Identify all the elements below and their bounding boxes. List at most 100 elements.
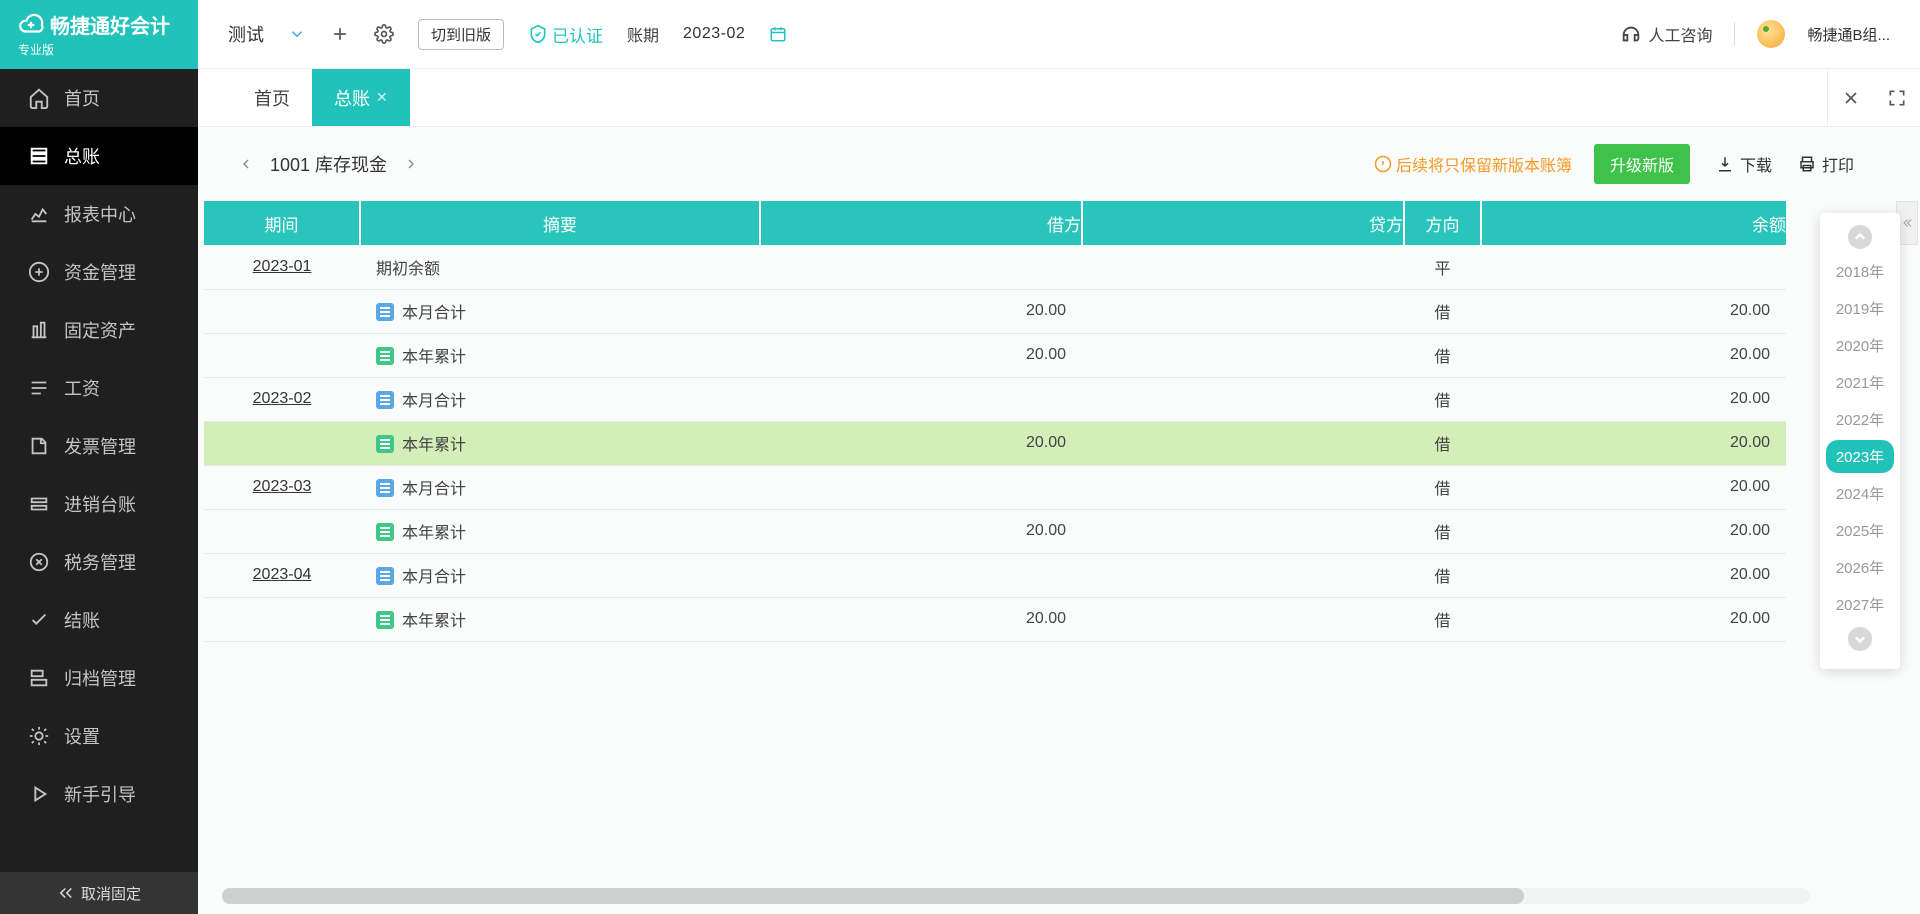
month-total-icon bbox=[376, 567, 394, 585]
avatar[interactable] bbox=[1757, 20, 1785, 48]
sidebar-icon bbox=[28, 609, 50, 631]
cell-period[interactable]: 2023-01 bbox=[204, 245, 360, 289]
tabs-actions bbox=[1827, 69, 1920, 126]
year-option[interactable]: 2026年 bbox=[1820, 549, 1900, 586]
sidebar-item-2[interactable]: 报表中心 bbox=[0, 185, 198, 243]
sidebar-item-1[interactable]: 总账 bbox=[0, 127, 198, 185]
year-option[interactable]: 2027年 bbox=[1820, 586, 1900, 623]
account-title[interactable]: 1001 库存现金 bbox=[270, 151, 387, 177]
year-scroll-down[interactable] bbox=[1820, 623, 1900, 655]
scrollbar-thumb[interactable] bbox=[222, 888, 1524, 904]
cell-debit: 20.00 bbox=[760, 333, 1082, 377]
table-row: 本年累计20.00借20.00 bbox=[204, 421, 1786, 465]
year-option[interactable]: 2023年 bbox=[1826, 440, 1894, 473]
add-icon[interactable] bbox=[330, 24, 350, 44]
tab-1[interactable]: 总账✕ bbox=[312, 69, 410, 126]
cell-credit bbox=[1082, 245, 1404, 289]
period-value[interactable]: 2023-02 bbox=[683, 25, 745, 43]
sidebar-icon bbox=[28, 87, 50, 109]
close-tab-button[interactable] bbox=[1828, 69, 1874, 126]
cell-credit bbox=[1082, 509, 1404, 553]
th-period: 期间 bbox=[204, 201, 360, 245]
month-total-icon bbox=[376, 479, 394, 497]
sidebar-item-10[interactable]: 归档管理 bbox=[0, 649, 198, 707]
sidebar-icon bbox=[28, 145, 50, 167]
cell-direction: 借 bbox=[1404, 509, 1481, 553]
user-name[interactable]: 畅捷通B组... bbox=[1807, 24, 1890, 45]
sidebar-item-7[interactable]: 进销台账 bbox=[0, 475, 198, 533]
sidebar: 首页总账报表中心资金管理固定资产工资发票管理进销台账税务管理结账归档管理设置新手… bbox=[0, 69, 198, 914]
table-row: 本年累计20.00借20.00 bbox=[204, 333, 1786, 377]
cell-credit bbox=[1082, 597, 1404, 641]
sidebar-item-11[interactable]: 设置 bbox=[0, 707, 198, 765]
period-label: 账期 bbox=[627, 22, 659, 46]
cell-balance: 20.00 bbox=[1481, 377, 1786, 421]
cell-debit: 20.00 bbox=[760, 597, 1082, 641]
year-option[interactable]: 2020年 bbox=[1820, 327, 1900, 364]
cell-period bbox=[204, 421, 360, 465]
cell-summary: 期初余额 bbox=[360, 245, 760, 289]
sidebar-item-label: 设置 bbox=[64, 723, 100, 749]
print-button[interactable]: 打印 bbox=[1798, 152, 1854, 176]
tab-0[interactable]: 首页 bbox=[232, 69, 312, 126]
table-row: 2023-02本月合计借20.00 bbox=[204, 377, 1786, 421]
th-balance: 余额 bbox=[1481, 201, 1786, 245]
cell-period[interactable]: 2023-04 bbox=[204, 553, 360, 597]
sidebar-icon bbox=[28, 203, 50, 225]
cell-period[interactable]: 2023-03 bbox=[204, 465, 360, 509]
year-scroll-up[interactable] bbox=[1820, 221, 1900, 253]
sidebar-item-6[interactable]: 发票管理 bbox=[0, 417, 198, 475]
year-option[interactable]: 2021年 bbox=[1820, 364, 1900, 401]
horizontal-scrollbar[interactable] bbox=[222, 888, 1810, 904]
switch-old-version-button[interactable]: 切到旧版 bbox=[418, 19, 504, 50]
year-option[interactable]: 2025年 bbox=[1820, 512, 1900, 549]
cell-period bbox=[204, 509, 360, 553]
cell-period[interactable]: 2023-02 bbox=[204, 377, 360, 421]
year-option[interactable]: 2018年 bbox=[1820, 253, 1900, 290]
cell-balance: 20.00 bbox=[1481, 509, 1786, 553]
calendar-icon[interactable] bbox=[769, 25, 787, 43]
sidebar-item-4[interactable]: 固定资产 bbox=[0, 301, 198, 359]
sidebar-icon bbox=[28, 319, 50, 341]
prev-account-icon[interactable] bbox=[238, 156, 254, 172]
download-icon bbox=[1716, 155, 1734, 173]
next-account-icon[interactable] bbox=[403, 156, 419, 172]
sidebar-icon bbox=[28, 493, 50, 515]
sidebar-item-0[interactable]: 首页 bbox=[0, 69, 198, 127]
verified-badge: 已认证 bbox=[528, 22, 603, 47]
cell-debit bbox=[760, 465, 1082, 509]
consult-button[interactable]: 人工咨询 bbox=[1620, 22, 1712, 46]
fullscreen-button[interactable] bbox=[1874, 69, 1920, 126]
year-option[interactable]: 2022年 bbox=[1820, 401, 1900, 438]
upgrade-button[interactable]: 升级新版 bbox=[1594, 144, 1690, 184]
sidebar-item-3[interactable]: 资金管理 bbox=[0, 243, 198, 301]
sidebar-item-12[interactable]: 新手引导 bbox=[0, 765, 198, 823]
unpin-button[interactable]: 取消固定 bbox=[0, 872, 198, 914]
sidebar-item-8[interactable]: 税务管理 bbox=[0, 533, 198, 591]
year-option[interactable]: 2019年 bbox=[1820, 290, 1900, 327]
sidebar-item-label: 归档管理 bbox=[64, 665, 136, 691]
brand-edition: 专业版 bbox=[18, 41, 198, 58]
year-option[interactable]: 2024年 bbox=[1820, 475, 1900, 512]
gear-icon[interactable] bbox=[374, 24, 394, 44]
collapse-icon bbox=[57, 884, 75, 902]
cell-period bbox=[204, 597, 360, 641]
tab-close-icon[interactable]: ✕ bbox=[376, 89, 388, 106]
sidebar-icon bbox=[28, 783, 50, 805]
cell-debit: 20.00 bbox=[760, 509, 1082, 553]
sidebar-item-5[interactable]: 工资 bbox=[0, 359, 198, 417]
org-name[interactable]: 测试 bbox=[228, 21, 264, 47]
sidebar-item-9[interactable]: 结账 bbox=[0, 591, 198, 649]
download-button[interactable]: 下载 bbox=[1716, 152, 1772, 176]
tabs: 首页总账✕ bbox=[198, 69, 1920, 127]
cell-credit bbox=[1082, 465, 1404, 509]
ledger-table-wrapper: 期间 摘要 借方 贷方 方向 余额 2023-01期初余额平本月合计20.00借… bbox=[204, 201, 1914, 642]
toolbar: 1001 库存现金 后续将只保留新版本账簿 升级新版 下载 打印 bbox=[198, 127, 1920, 201]
shield-icon bbox=[528, 24, 548, 44]
org-dropdown-icon[interactable] bbox=[288, 25, 306, 43]
cell-direction: 借 bbox=[1404, 377, 1481, 421]
sidebar-item-label: 发票管理 bbox=[64, 433, 136, 459]
cell-credit bbox=[1082, 377, 1404, 421]
cell-credit bbox=[1082, 333, 1404, 377]
cell-balance: 20.00 bbox=[1481, 597, 1786, 641]
